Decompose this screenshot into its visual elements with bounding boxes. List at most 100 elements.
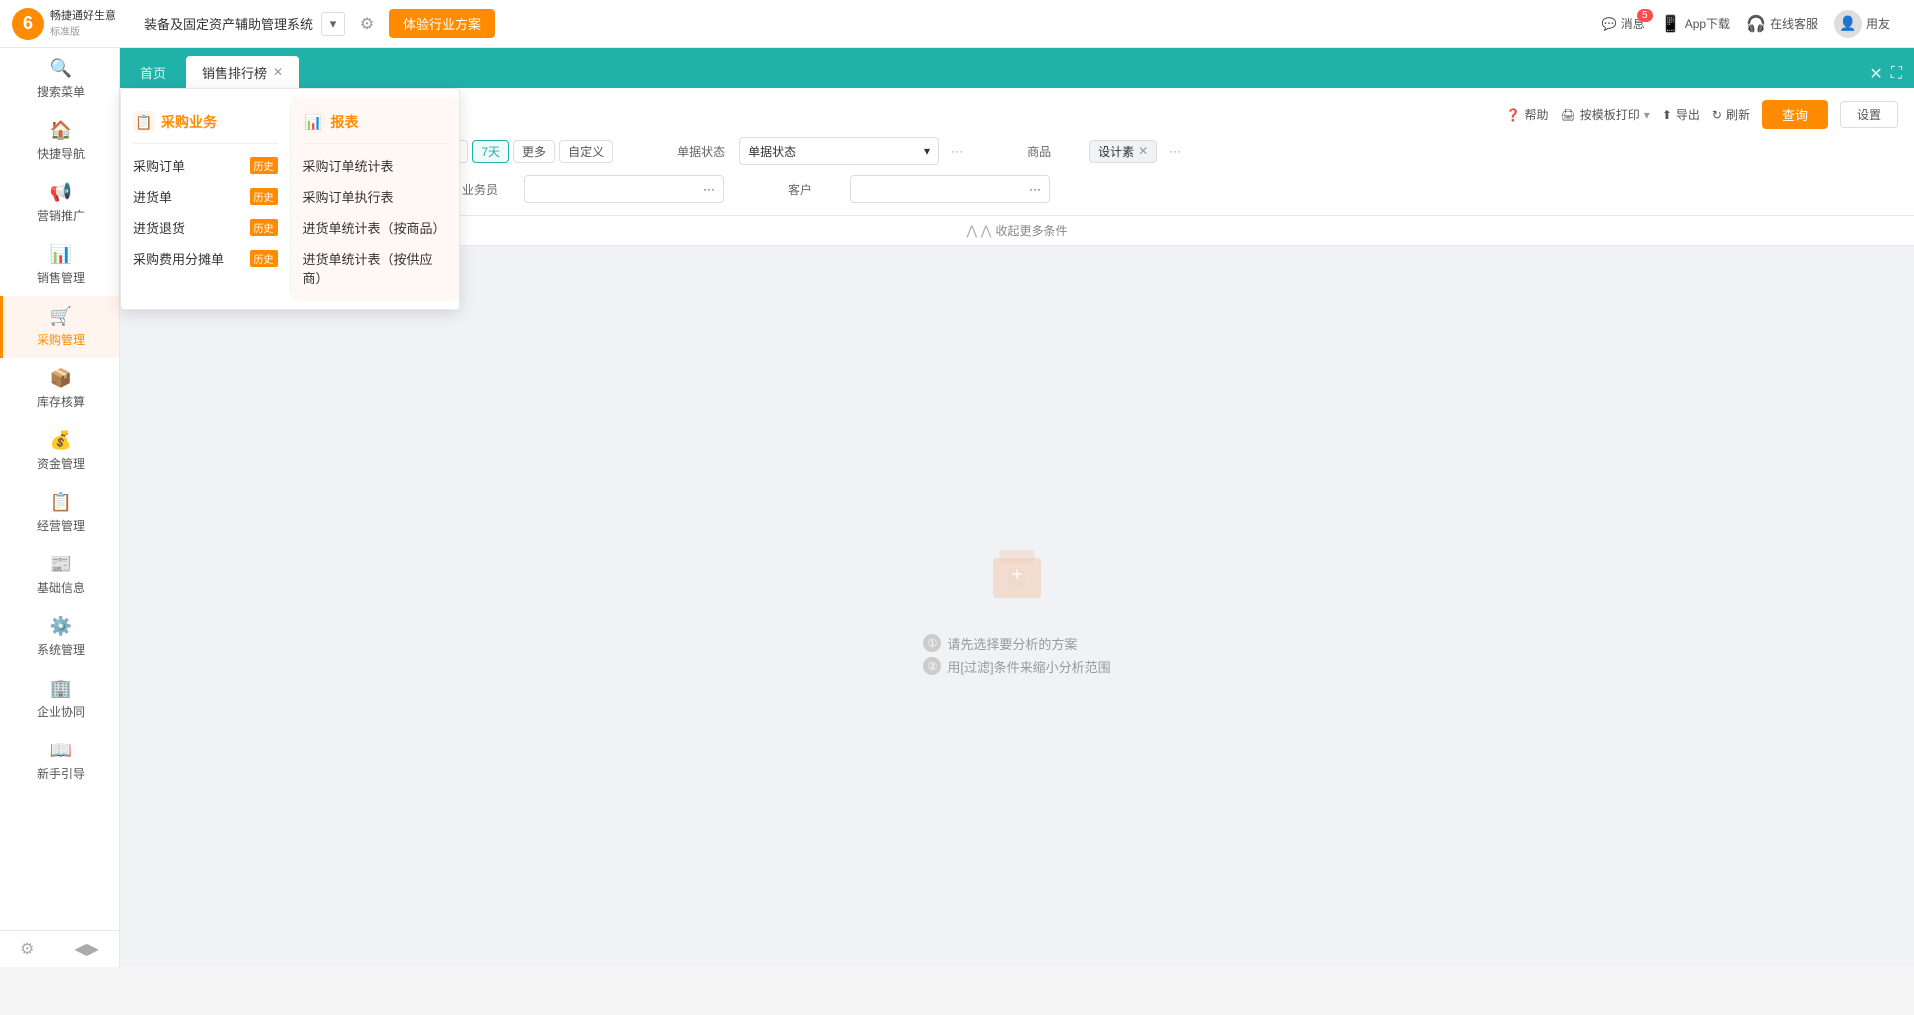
order-exec-label: 采购订单执行表 xyxy=(303,187,394,206)
sidebar-collapse-btn[interactable]: ◀▶ xyxy=(74,939,99,959)
order-status-select[interactable]: 单据状态 ▾ xyxy=(739,137,939,165)
customer-dropdown-icon: ··· xyxy=(1029,182,1041,196)
date-quick-more[interactable]: 更多 xyxy=(513,140,555,163)
empty-state: ① 请先选择要分析的方案 ② 用[过滤]条件来缩小分析范围 xyxy=(120,246,1914,967)
sidebar-label-purchase: 采购管理 xyxy=(37,331,85,348)
logo-char: 6 xyxy=(23,13,33,34)
product-label: 商品 xyxy=(1027,143,1077,160)
tab-sales-rank-label: 销售排行榜 xyxy=(202,63,267,82)
product-dots[interactable]: ··· xyxy=(1169,144,1181,158)
system-title: 装备及固定资产辅助管理系统 xyxy=(144,14,313,33)
refresh-btn[interactable]: ↻ 刷新 xyxy=(1712,106,1750,123)
salesperson-label: 业务员 xyxy=(462,181,512,198)
message-icon: 💬 xyxy=(1602,17,1617,31)
menu-item-return[interactable]: 进货退货 历史 xyxy=(133,212,278,243)
sidebar-bottom: ⚙ ◀▶ xyxy=(0,930,119,967)
logo-text-block: 畅捷通好生意 标准版 xyxy=(50,9,116,38)
menu-item-purchase-order[interactable]: 采购订单 历史 xyxy=(133,150,278,181)
help-btn[interactable]: ❓ 帮助 xyxy=(1506,106,1549,123)
date-quick-custom[interactable]: 自定义 xyxy=(559,140,613,163)
product-tag-value: 设计素 xyxy=(1098,143,1134,160)
sidebar-item-sales[interactable]: 📊 销售管理 xyxy=(0,234,119,296)
export-btn[interactable]: ⬆ 导出 xyxy=(1662,106,1700,123)
order-status-label: 单据状态 xyxy=(677,143,727,160)
header-center: 装备及固定资产辅助管理系统 ▾ ⚙ 体验行业方案 xyxy=(132,9,1602,38)
print-icon: 🖨 xyxy=(1561,108,1576,122)
menu-item-incoming-stat-supplier[interactable]: 进货单统计表（按供应商） xyxy=(303,243,448,293)
sidebar: 🔍 搜索菜单 🏠 快捷导航 📢 营销推广 📊 销售管理 🛒 采购管理 📦 库存核… xyxy=(0,48,120,967)
guide-icon: 📖 xyxy=(50,740,72,761)
order-stat-label: 采购订单统计表 xyxy=(303,156,394,175)
incoming-stat-product-label: 进货单统计表（按商品） xyxy=(303,218,446,237)
system-icon: ⚙️ xyxy=(50,616,72,637)
customer-select[interactable]: ··· xyxy=(850,175,1050,203)
sidebar-item-purchase[interactable]: 🛒 采购管理 xyxy=(0,296,119,358)
industry-button[interactable]: 体验行业方案 xyxy=(389,9,495,38)
tab-sales-rank[interactable]: 销售排行榜 ✕ xyxy=(186,56,299,88)
menu-item-incoming[interactable]: 进货单 历史 xyxy=(133,181,278,212)
salesperson-dropdown-icon: ··· xyxy=(703,182,715,196)
print-btn[interactable]: 🖨 按模板打印 ▾ xyxy=(1561,106,1650,123)
message-btn[interactable]: 💬 消息 5 xyxy=(1602,15,1645,32)
product-tag-close[interactable]: ✕ xyxy=(1138,144,1148,158)
marketing-icon: 📢 xyxy=(50,182,72,203)
product-tag: 设计素 ✕ xyxy=(1089,140,1157,163)
date-quick-7d[interactable]: 7天 xyxy=(472,140,509,163)
sidebar-item-quick-nav[interactable]: 🏠 快捷导航 xyxy=(0,110,119,172)
tip-text-1: 请先选择要分析的方案 xyxy=(947,634,1077,653)
incoming-stat-supplier-label: 进货单统计表（按供应商） xyxy=(303,249,448,287)
tab-close-all-btn[interactable]: ✕ xyxy=(1869,64,1882,84)
sidebar-item-enterprise[interactable]: 🏢 企业协同 xyxy=(0,668,119,730)
menu-item-order-stat[interactable]: 采购订单统计表 xyxy=(303,150,448,181)
refresh-label: 刷新 xyxy=(1726,106,1750,123)
tab-expand-btn[interactable]: ⛶ xyxy=(1891,65,1902,83)
menu-item-order-exec[interactable]: 采购订单执行表 xyxy=(303,181,448,212)
sidebar-item-system[interactable]: ⚙️ 系统管理 xyxy=(0,606,119,668)
incoming-history-badge: 历史 xyxy=(250,188,278,205)
sidebar-item-search[interactable]: 🔍 搜索菜单 xyxy=(0,48,119,110)
app-download-btn[interactable]: 📱 App下载 xyxy=(1661,14,1730,34)
menu-columns: 📋 采购业务 采购订单 历史 进货单 历史 进货退货 历史 采购费用分摊单 历史 xyxy=(121,97,459,301)
sidebar-settings-btn[interactable]: ⚙ xyxy=(20,939,34,959)
tab-close-icon[interactable]: ✕ xyxy=(273,65,283,79)
return-label: 进货退货 xyxy=(133,218,185,237)
help-label: 帮助 xyxy=(1525,106,1549,123)
sidebar-item-operation[interactable]: 📋 经营管理 xyxy=(0,482,119,544)
system-settings-btn[interactable]: ⚙ xyxy=(353,10,381,38)
message-badge: 5 xyxy=(1637,9,1653,22)
logo-area: 6 畅捷通好生意 标准版 xyxy=(12,8,132,40)
settings-button[interactable]: 设置 xyxy=(1840,101,1898,128)
phone-icon: 📱 xyxy=(1661,14,1681,34)
user-btn[interactable]: 👤 用友 xyxy=(1834,10,1890,38)
sidebar-item-inventory[interactable]: 📦 库存核算 xyxy=(0,358,119,420)
sidebar-label-enterprise: 企业协同 xyxy=(37,703,85,720)
refresh-icon: ↻ xyxy=(1712,108,1722,122)
tab-home[interactable]: 首页 xyxy=(124,56,182,88)
print-label: 按模板打印 xyxy=(1580,106,1640,123)
order-status-dropdown-icon: ▾ xyxy=(924,144,930,158)
sidebar-item-marketing[interactable]: 📢 营销推广 xyxy=(0,172,119,234)
menu-item-incoming-stat-product[interactable]: 进货单统计表（按商品） xyxy=(303,212,448,243)
collapse-text: 收起更多条件 xyxy=(995,222,1067,239)
tab-home-label: 首页 xyxy=(140,63,166,82)
tab-actions: ✕ ⛶ xyxy=(1869,64,1914,88)
sidebar-item-guide[interactable]: 📖 新手引导 xyxy=(0,730,119,792)
logo-icon: 6 xyxy=(12,8,44,40)
operation-icon: 📋 xyxy=(50,492,72,513)
query-button[interactable]: 查询 xyxy=(1762,100,1828,129)
sidebar-label-operation: 经营管理 xyxy=(37,517,85,534)
menu-col-purchase: 📋 采购业务 采购订单 历史 进货单 历史 进货退货 历史 采购费用分摊单 历史 xyxy=(121,97,290,301)
menu-item-expense[interactable]: 采购费用分摊单 历史 xyxy=(133,243,278,274)
online-service-btn[interactable]: 🎧 在线客服 xyxy=(1746,14,1818,34)
empty-tip-2: ② 用[过滤]条件来缩小分析范围 xyxy=(923,657,1110,676)
salesperson-select[interactable]: ··· xyxy=(524,175,724,203)
system-dropdown-btn[interactable]: ▾ xyxy=(321,12,345,36)
sidebar-item-basic[interactable]: 📰 基础信息 xyxy=(0,544,119,606)
empty-tip-1: ① 请先选择要分析的方案 xyxy=(923,634,1110,653)
print-dropdown-icon: ▾ xyxy=(1644,108,1650,122)
logo-line2: 标准版 xyxy=(50,23,116,38)
help-icon: ❓ xyxy=(1506,108,1521,122)
sidebar-item-finance[interactable]: 💰 资金管理 xyxy=(0,420,119,482)
order-status-dots[interactable]: ··· xyxy=(951,144,963,158)
enterprise-icon: 🏢 xyxy=(50,678,72,699)
